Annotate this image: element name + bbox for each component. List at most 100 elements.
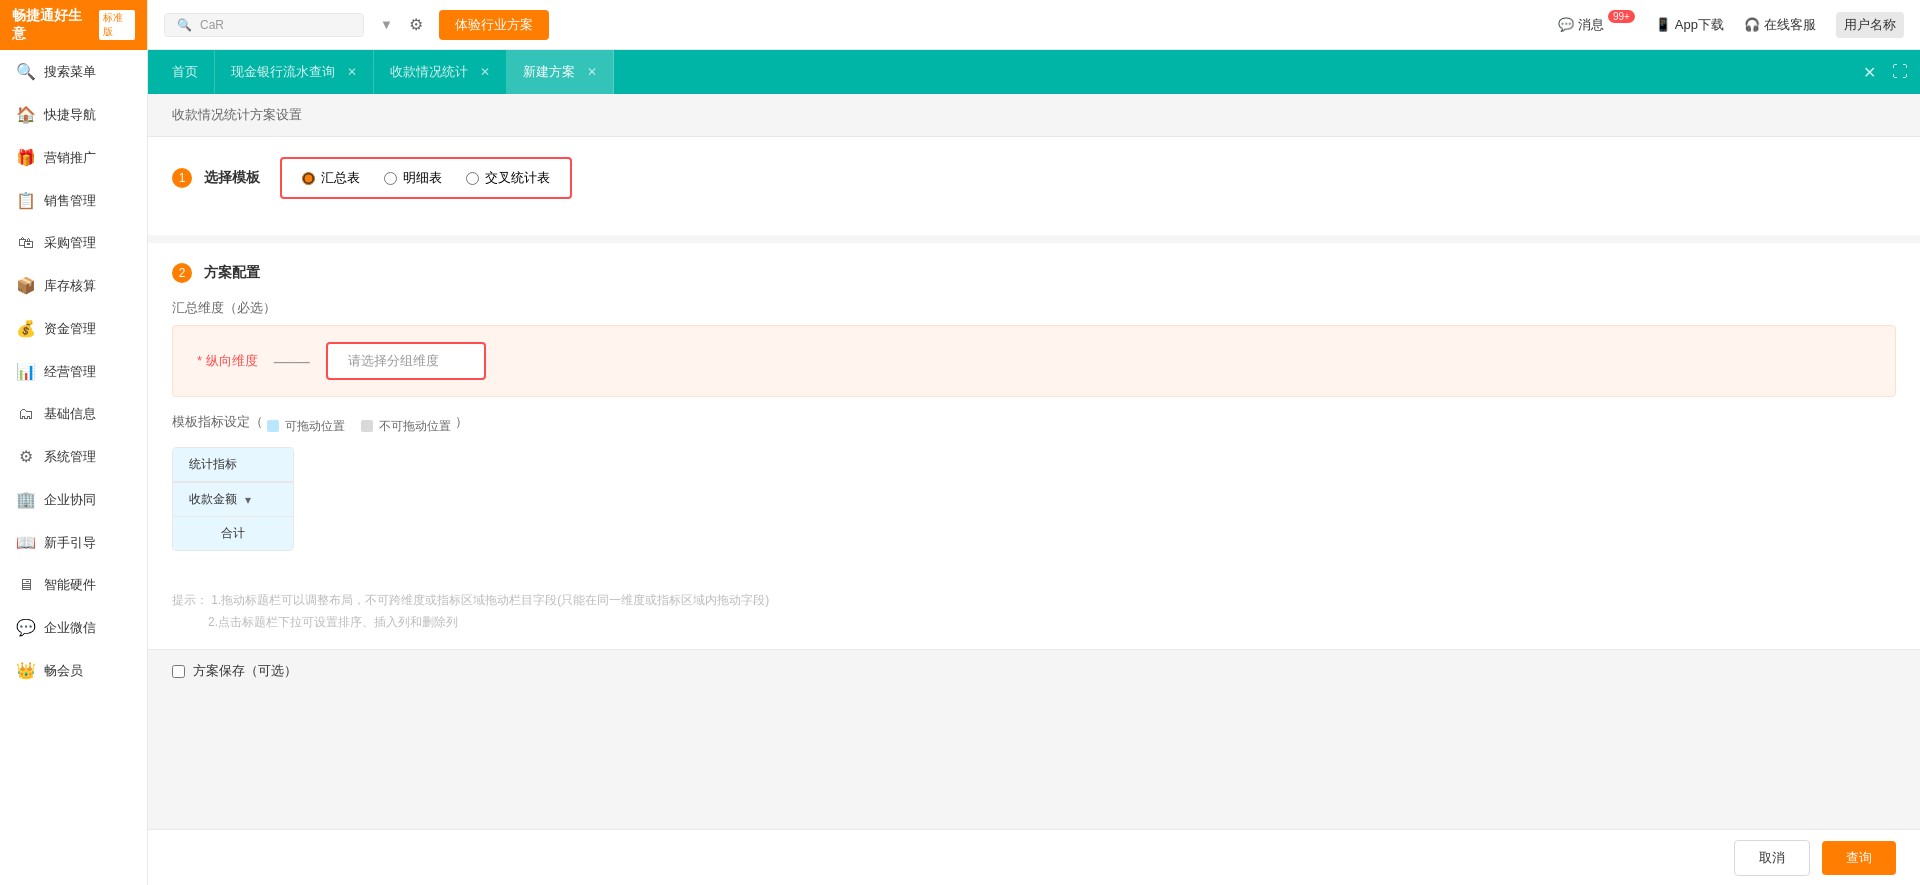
tab-collection-stats-label: 收款情况统计 (390, 63, 468, 81)
step1-title: 选择模板 (204, 169, 260, 187)
member-icon: 👑 (16, 661, 36, 680)
metrics-column-header[interactable]: 收款金额 ▾ (173, 482, 293, 517)
close-tab-button[interactable]: ✕ (1859, 59, 1880, 86)
tip2: 2.点击标题栏下拉可设置排序、插入列和删除列 (172, 612, 1896, 634)
step2-badge: 2 (172, 263, 192, 283)
online-service-item[interactable]: 🎧 在线客服 (1744, 16, 1816, 34)
sidebar-item-system[interactable]: ⚙ 系统管理 (0, 435, 147, 478)
sidebar-item-quick-nav[interactable]: 🏠 快捷导航 (0, 93, 147, 136)
metrics-total-cell: 合计 (173, 517, 293, 550)
operation-icon: 📊 (16, 362, 36, 381)
guide-icon: 📖 (16, 533, 36, 552)
radio-cross-label: 交叉统计表 (485, 169, 550, 187)
sidebar-item-purchase[interactable]: 🛍 采购管理 (0, 222, 147, 264)
page-header: 收款情况统计方案设置 (148, 94, 1920, 137)
cancel-button[interactable]: 取消 (1734, 840, 1810, 876)
maximize-button[interactable]: ⛶ (1888, 59, 1912, 86)
sidebar-item-label: 库存核算 (44, 277, 96, 295)
app-download-label: App下载 (1675, 16, 1724, 34)
column-dropdown-icon[interactable]: ▾ (245, 493, 251, 507)
sidebar-item-search-menu[interactable]: 🔍 搜索菜单 (0, 50, 147, 93)
dimension-select[interactable]: 请选择分组维度 (326, 342, 486, 380)
tab-collection-stats-close[interactable]: ✕ (480, 65, 490, 79)
metrics-legend: 可拖动位置 不可拖动位置 (267, 418, 451, 435)
step1-row: 1 选择模板 汇总表 明细表 交叉统计表 (172, 157, 1896, 199)
metrics-header-suffix: ） (455, 413, 468, 431)
save-section: 方案保存（可选） (148, 649, 1920, 692)
industry-solution-button[interactable]: 体验行业方案 (439, 10, 549, 40)
wechat-icon: 💬 (16, 618, 36, 637)
user-info[interactable]: 用户名称 (1836, 12, 1904, 38)
sidebar-item-label: 畅会员 (44, 662, 83, 680)
query-button[interactable]: 查询 (1822, 841, 1896, 875)
tips-section: 提示： 1.拖动标题栏可以调整布局，不可跨维度或指标区域拖动栏目字段(只能在同一… (148, 574, 1920, 649)
sidebar-item-basic-info[interactable]: 🗂 基础信息 (0, 393, 147, 435)
tab-home[interactable]: 首页 (156, 50, 215, 94)
tab-new-plan[interactable]: 新建方案 ✕ (507, 50, 614, 94)
radio-detail-input[interactable] (384, 172, 397, 185)
save-checkbox[interactable] (172, 665, 185, 678)
sidebar-item-member[interactable]: 👑 畅会员 (0, 649, 147, 692)
basic-info-icon: 🗂 (16, 405, 36, 423)
legend-fixed: 不可拖动位置 (361, 418, 451, 435)
tab-new-plan-label: 新建方案 (523, 63, 575, 81)
step2-row: 2 方案配置 (172, 263, 1896, 283)
system-icon: ⚙ (16, 447, 36, 466)
tab-cash-flow-label: 现金银行流水查询 (231, 63, 335, 81)
messages-label: 消息 (1578, 16, 1604, 34)
sidebar-item-finance[interactable]: 💰 资金管理 (0, 307, 147, 350)
sidebar-item-marketing[interactable]: 🎁 营销推广 (0, 136, 147, 179)
gear-icon[interactable]: ⚙ (409, 15, 423, 34)
app-download-item[interactable]: 📱 App下载 (1655, 16, 1724, 34)
enterprise-icon: 🏢 (16, 490, 36, 509)
content-area: 收款情况统计方案设置 1 选择模板 汇总表 明细表 (148, 94, 1920, 885)
fixed-label: 不可拖动位置 (379, 418, 451, 435)
radio-summary-label: 汇总表 (321, 169, 360, 187)
main-area: 🔍 CaR ▼ ⚙ 体验行业方案 💬 消息 99+ 📱 App下载 🎧 在线客服 (148, 0, 1920, 885)
search-box[interactable]: 🔍 CaR (164, 13, 364, 37)
logo-text: 畅捷通好生意 (12, 7, 91, 43)
search-text: CaR (200, 18, 224, 32)
radio-cross[interactable]: 交叉统计表 (466, 169, 550, 187)
radio-detail[interactable]: 明细表 (384, 169, 442, 187)
logo-badge: 标准版 (99, 10, 135, 40)
tab-cash-flow-close[interactable]: ✕ (347, 65, 357, 79)
sales-icon: 📋 (16, 191, 36, 210)
sidebar-logo: 畅捷通好生意 标准版 (0, 0, 147, 50)
sidebar-item-inventory[interactable]: 📦 库存核算 (0, 264, 147, 307)
messages-item[interactable]: 💬 消息 99+ (1558, 16, 1635, 34)
sidebar-item-label: 智能硬件 (44, 576, 96, 594)
save-label: 方案保存（可选） (193, 662, 297, 680)
radio-summary[interactable]: 汇总表 (302, 169, 360, 187)
column-header-label: 收款金额 (189, 491, 237, 508)
tab-new-plan-close[interactable]: ✕ (587, 65, 597, 79)
sidebar: 畅捷通好生意 标准版 🔍 搜索菜单 🏠 快捷导航 🎁 营销推广 📋 销售管理 🛍… (0, 0, 148, 885)
sidebar-item-label: 资金管理 (44, 320, 96, 338)
tip2-text: 2.点击标题栏下拉可设置排序、插入列和删除列 (208, 615, 458, 629)
sidebar-item-guide[interactable]: 📖 新手引导 (0, 521, 147, 564)
save-checkbox-row: 方案保存（可选） (172, 662, 1896, 680)
purchase-icon: 🛍 (16, 234, 36, 252)
dimension-area: * 纵向维度 —— 请选择分组维度 (172, 325, 1896, 397)
dimension-section-label: 汇总维度（必选） (172, 300, 276, 315)
service-label: 在线客服 (1764, 16, 1816, 34)
sidebar-item-enterprise[interactable]: 🏢 企业协同 (0, 478, 147, 521)
sidebar-item-operation[interactable]: 📊 经营管理 (0, 350, 147, 393)
dropdown-icon[interactable]: ▼ (380, 17, 393, 32)
movable-dot (267, 420, 279, 432)
sidebar-item-sales[interactable]: 📋 销售管理 (0, 179, 147, 222)
tip1-text: 1.拖动标题栏可以调整布局，不可跨维度或指标区域拖动栏目字段(只能在同一维度或指… (211, 593, 769, 607)
radio-summary-input[interactable] (302, 172, 315, 185)
finance-icon: 💰 (16, 319, 36, 338)
tab-cash-flow[interactable]: 现金银行流水查询 ✕ (215, 50, 374, 94)
sidebar-item-wechat[interactable]: 💬 企业微信 (0, 606, 147, 649)
home-icon: 🏠 (16, 105, 36, 124)
stats-header-label: 统计指标 (189, 457, 237, 471)
sidebar-item-hardware[interactable]: 🖥 智能硬件 (0, 564, 147, 606)
radio-cross-input[interactable] (466, 172, 479, 185)
sidebar-item-label: 营销推广 (44, 149, 96, 167)
tip1: 提示： 1.拖动标题栏可以调整布局，不可跨维度或指标区域拖动栏目字段(只能在同一… (172, 590, 1896, 612)
sidebar-item-label: 采购管理 (44, 234, 96, 252)
service-icon: 🎧 (1744, 17, 1760, 32)
tab-collection-stats[interactable]: 收款情况统计 ✕ (374, 50, 507, 94)
